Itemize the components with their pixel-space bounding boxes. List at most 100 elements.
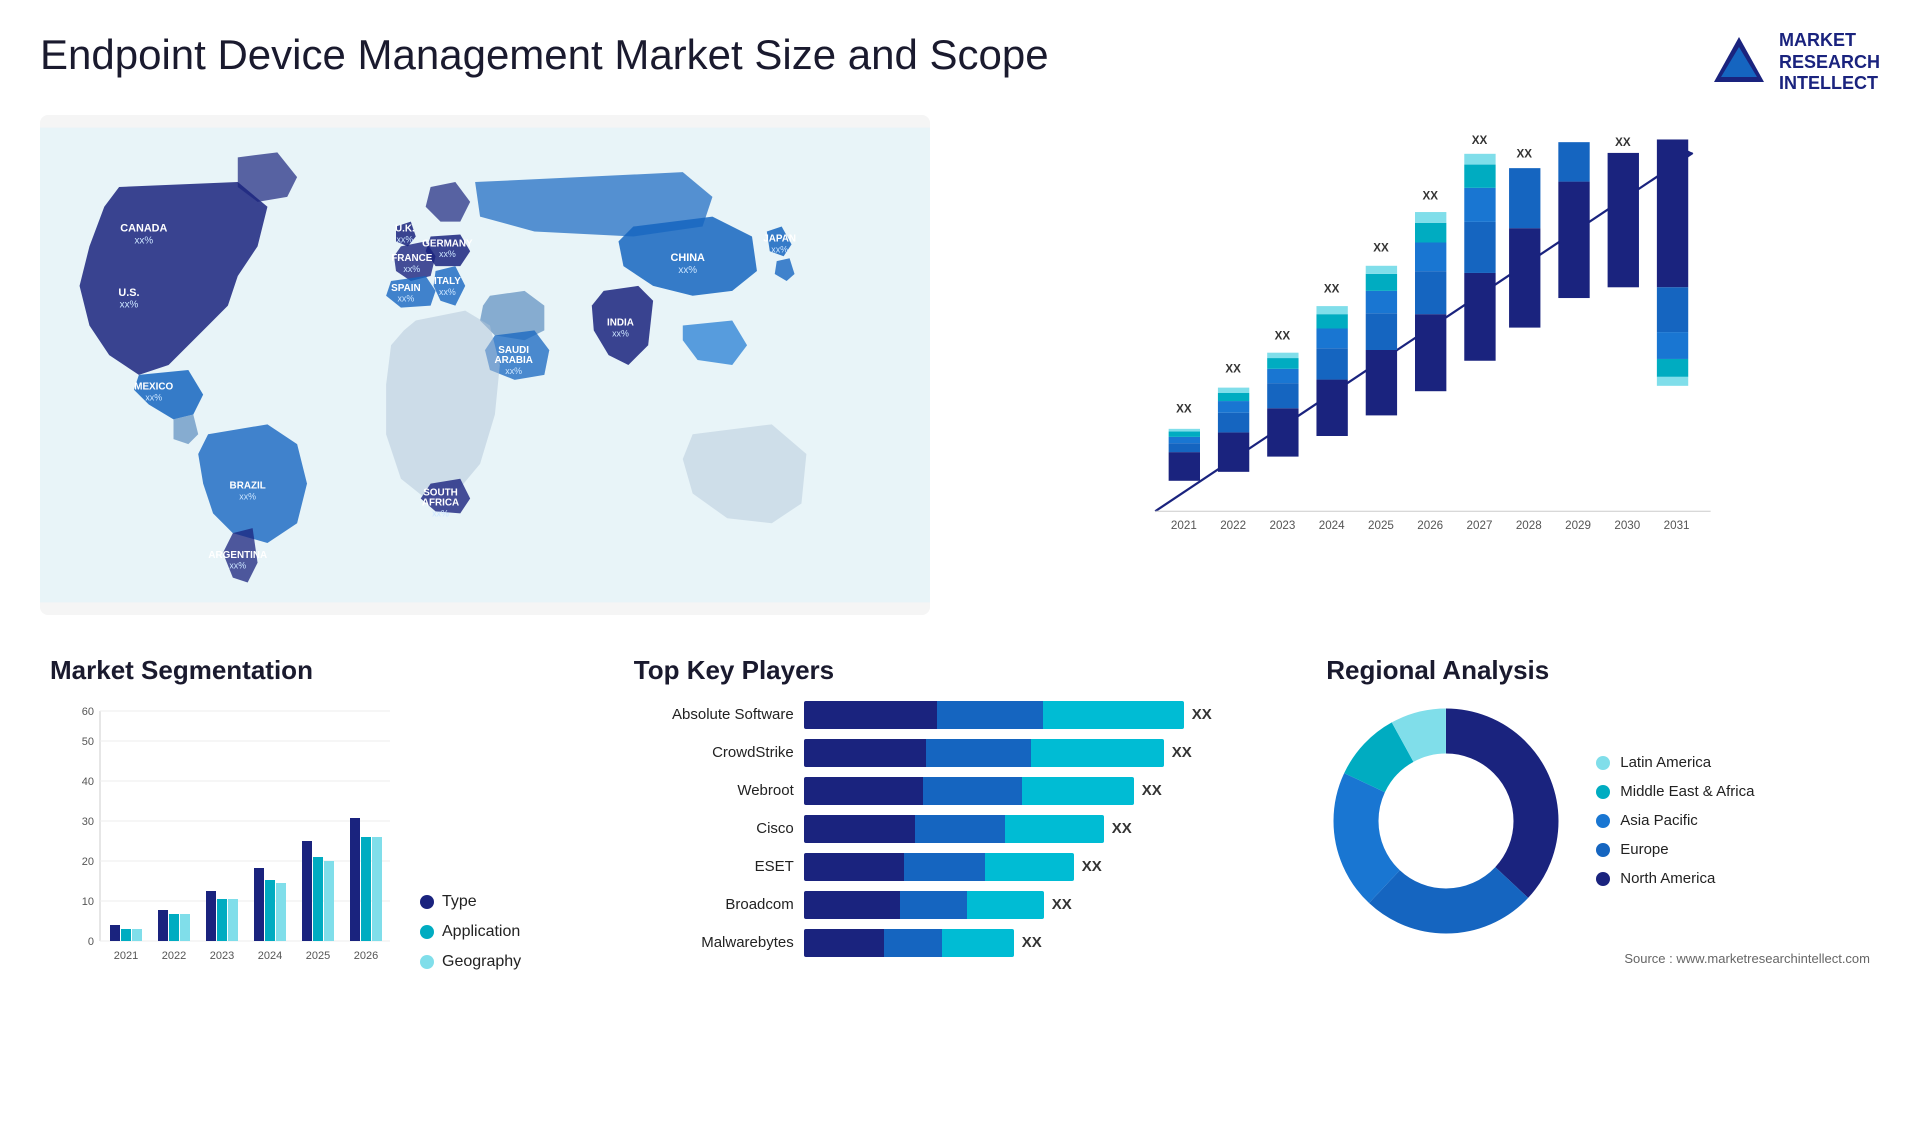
legend-application: Application [420, 923, 521, 941]
player-name-webroot: Webroot [634, 782, 794, 799]
source-text: Source : www.marketresearchintellect.com [1326, 951, 1870, 966]
svg-text:INDIA: INDIA [607, 317, 634, 328]
player-name-eset: ESET [634, 858, 794, 875]
svg-text:xx%: xx% [771, 244, 788, 254]
bar-webroot [804, 777, 1134, 805]
regional-content: Latin America Middle East & Africa Asia … [1326, 701, 1870, 941]
player-row-crowdstrike: CrowdStrike XX [634, 739, 1287, 767]
svg-text:2026: 2026 [354, 950, 378, 962]
svg-text:xx%: xx% [403, 264, 420, 274]
dot-north-america [1596, 872, 1610, 886]
svg-text:2027: 2027 [1467, 519, 1493, 532]
bar-chart-svg: XX XX XX XX [970, 135, 1860, 565]
players-section: Top Key Players Absolute Software XX Cro… [624, 645, 1297, 1025]
svg-text:xx%: xx% [612, 328, 629, 338]
player-val-absolute: XX [1192, 706, 1212, 723]
dot-middle-east [1596, 785, 1610, 799]
svg-text:2025: 2025 [1368, 519, 1394, 532]
player-val-webroot: XX [1142, 782, 1162, 799]
svg-text:2024: 2024 [258, 950, 282, 962]
player-name-absolute: Absolute Software [634, 706, 794, 723]
bar-malwarebytes [804, 929, 1014, 957]
svg-text:2021: 2021 [114, 950, 138, 962]
segmentation-section: Market Segmentation 0 10 20 30 40 50 60 [40, 645, 604, 1025]
legend-middle-east: Middle East & Africa [1596, 783, 1754, 800]
svg-text:30: 30 [82, 816, 94, 828]
svg-text:2023: 2023 [210, 950, 234, 962]
svg-text:XX: XX [1275, 329, 1291, 342]
svg-text:XX: XX [1176, 402, 1192, 415]
svg-text:xx%: xx% [239, 491, 256, 501]
legend-label-type: Type [442, 893, 477, 911]
label-asia-pacific: Asia Pacific [1620, 812, 1698, 829]
svg-text:XX: XX [1324, 282, 1340, 295]
donut-svg [1326, 701, 1566, 941]
svg-text:2028: 2028 [1516, 519, 1542, 532]
page-title: Endpoint Device Management Market Size a… [40, 30, 1049, 80]
legend-geography: Geography [420, 953, 521, 971]
svg-text:2023: 2023 [1269, 519, 1295, 532]
player-row-absolute: Absolute Software XX [634, 701, 1287, 729]
logo-icon [1709, 32, 1769, 92]
map-svg: CANADA xx% U.S. xx% MEXICO xx% BRAZIL xx… [40, 115, 930, 615]
player-name-malwarebytes: Malwarebytes [634, 934, 794, 951]
legend-latin-america: Latin America [1596, 754, 1754, 771]
player-row-broadcom: Broadcom XX [634, 891, 1287, 919]
svg-text:XX: XX [1517, 147, 1533, 160]
svg-text:U.K.: U.K. [395, 223, 415, 234]
player-val-crowdstrike: XX [1172, 744, 1192, 761]
svg-text:2024: 2024 [1319, 519, 1345, 532]
svg-text:2022: 2022 [162, 950, 186, 962]
svg-text:xx%: xx% [135, 235, 154, 246]
player-val-malwarebytes: XX [1022, 934, 1042, 951]
player-bar-broadcom: XX [804, 891, 1287, 919]
svg-text:FRANCE: FRANCE [391, 253, 433, 264]
player-bar-cisco: XX [804, 815, 1287, 843]
svg-text:2031: 2031 [1664, 519, 1690, 532]
svg-text:xx%: xx% [432, 508, 449, 518]
player-name-crowdstrike: CrowdStrike [634, 744, 794, 761]
label-europe: Europe [1620, 841, 1668, 858]
svg-text:60: 60 [82, 706, 94, 718]
player-bar-malwarebytes: XX [804, 929, 1287, 957]
donut-chart [1326, 701, 1566, 941]
player-name-broadcom: Broadcom [634, 896, 794, 913]
logo-area: MARKET RESEARCH INTELLECT [1709, 30, 1880, 95]
svg-text:2021: 2021 [1171, 519, 1197, 532]
bottom-section: Market Segmentation 0 10 20 30 40 50 60 [40, 645, 1880, 1025]
logo-text: MARKET RESEARCH INTELLECT [1779, 30, 1880, 95]
svg-text:xx%: xx% [397, 234, 414, 244]
svg-text:xx%: xx% [439, 249, 456, 259]
segmentation-chart: 0 10 20 30 40 50 60 [50, 701, 400, 1001]
player-bar-absolute: XX [804, 701, 1287, 729]
svg-text:CANADA: CANADA [120, 222, 167, 234]
segmentation-content: 0 10 20 30 40 50 60 [50, 701, 594, 1001]
player-name-cisco: Cisco [634, 820, 794, 837]
svg-text:XX: XX [1566, 135, 1582, 138]
label-middle-east: Middle East & Africa [1620, 783, 1754, 800]
svg-text:xx%: xx% [397, 293, 414, 303]
svg-text:AFRICA: AFRICA [422, 497, 459, 508]
svg-text:XX: XX [1225, 362, 1241, 375]
segmentation-legend: Type Application Geography [420, 893, 521, 971]
dot-latin-america [1596, 756, 1610, 770]
svg-text:2022: 2022 [1220, 519, 1246, 532]
svg-text:BRAZIL: BRAZIL [230, 480, 266, 491]
legend-dot-app [420, 925, 434, 939]
svg-text:MEXICO: MEXICO [134, 382, 173, 393]
svg-text:ARABIA: ARABIA [494, 355, 532, 366]
svg-text:U.S.: U.S. [118, 287, 139, 299]
legend-asia-pacific: Asia Pacific [1596, 812, 1754, 829]
svg-text:ITALY: ITALY [434, 276, 461, 287]
page-header: Endpoint Device Management Market Size a… [40, 30, 1880, 95]
legend-dot-type [420, 895, 434, 909]
svg-text:xx%: xx% [678, 265, 697, 276]
svg-text:2029: 2029 [1565, 519, 1591, 532]
legend-dot-geo [420, 955, 434, 969]
player-bar-crowdstrike: XX [804, 739, 1287, 767]
legend-type: Type [420, 893, 521, 911]
svg-text:CHINA: CHINA [671, 252, 706, 264]
player-val-eset: XX [1082, 858, 1102, 875]
dot-europe [1596, 843, 1610, 857]
label-north-america: North America [1620, 870, 1715, 887]
